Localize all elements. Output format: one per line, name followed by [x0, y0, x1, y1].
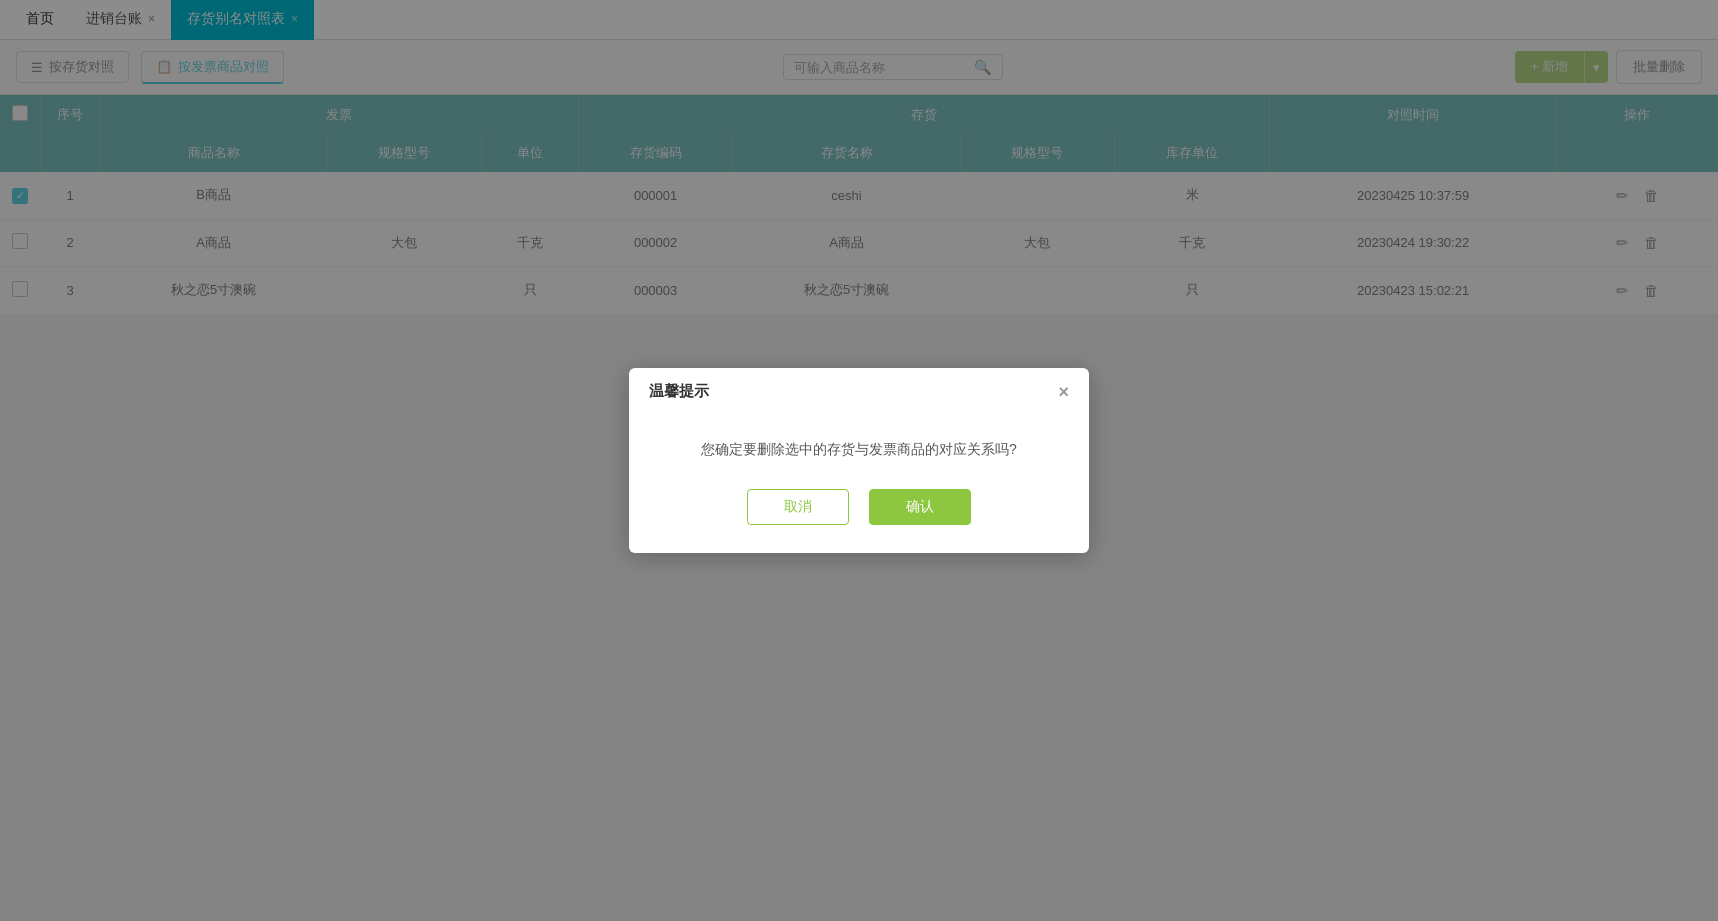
dialog-overlay: 温馨提示 × 您确定要删除选中的存货与发票商品的对应关系吗? 取消 确认 — [0, 0, 1718, 315]
